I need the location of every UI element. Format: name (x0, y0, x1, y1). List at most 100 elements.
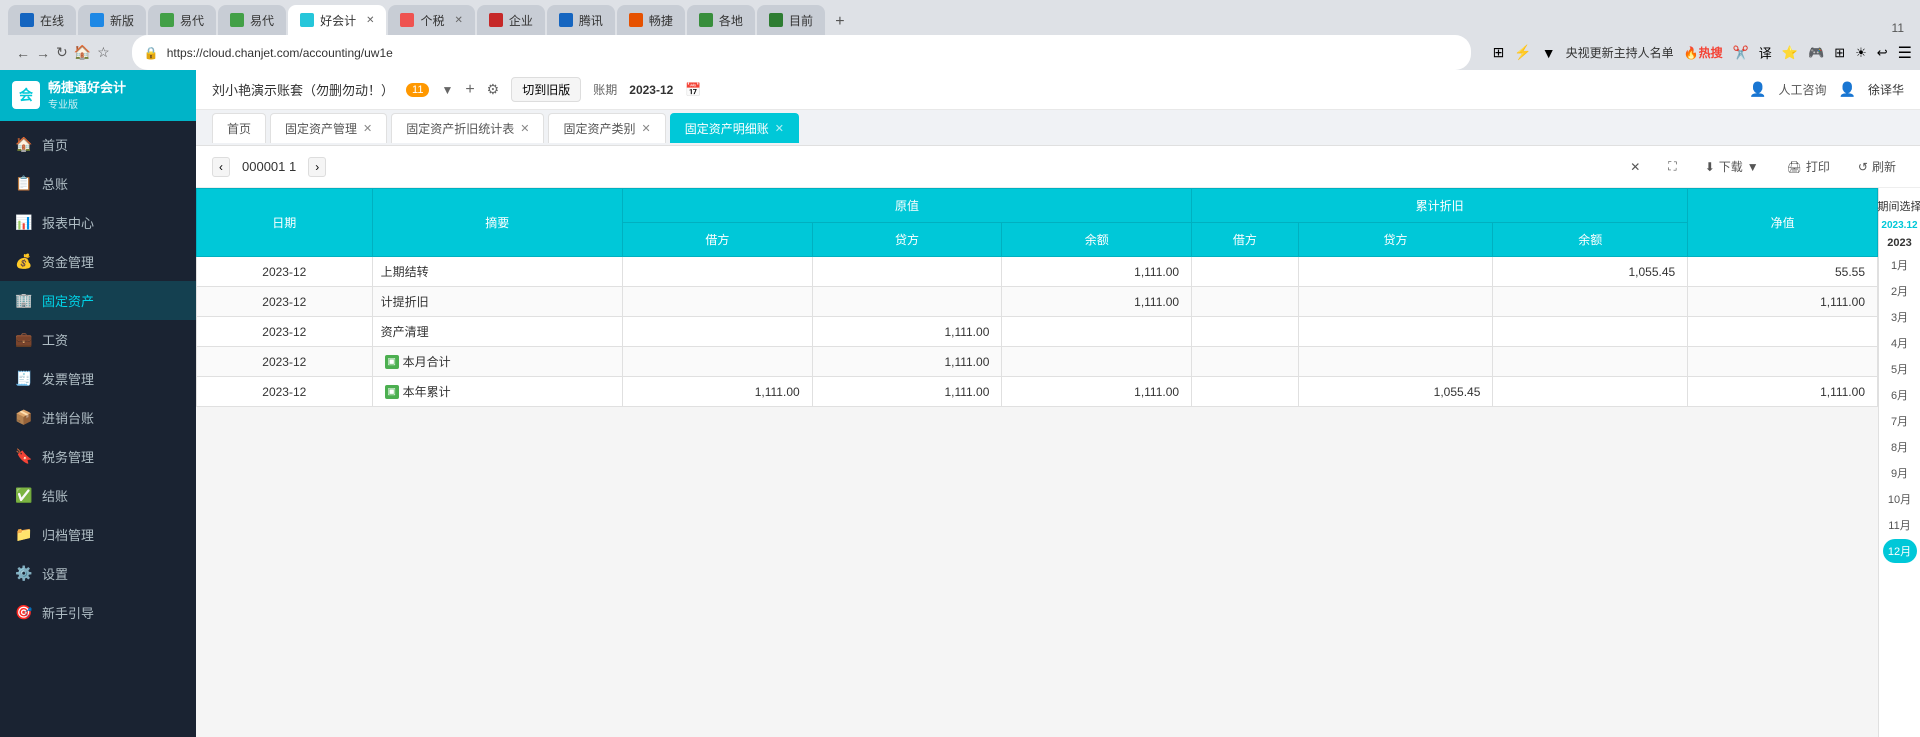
page-tab-固定资产明细账[interactable]: 固定资产明细账 ✕ (670, 113, 799, 143)
browser-tab-t6[interactable]: 个税✕ (388, 5, 474, 35)
brightness-icon[interactable]: ☀ (1855, 45, 1867, 61)
calendar-icon[interactable]: 📅 (685, 82, 701, 98)
refresh-btn[interactable]: ↺ 刷新 (1850, 154, 1904, 179)
new-tab-button[interactable]: + (827, 9, 853, 35)
consulting-btn[interactable]: 人工咨询 (1779, 81, 1827, 98)
next-page-btn[interactable]: › (308, 157, 326, 177)
browser-tab-t8[interactable]: 腾讯 (547, 5, 615, 35)
period-month-item[interactable]: 10月 (1883, 487, 1917, 511)
sidebar-item-进销台账[interactable]: 📦进销台账 (0, 398, 196, 437)
sidebar-item-icon: 📦 (16, 409, 32, 425)
sidebar-item-首页[interactable]: 🏠首页 (0, 125, 196, 164)
tab-close-icon[interactable]: ✕ (366, 15, 374, 26)
period-month-item[interactable]: 3月 (1883, 305, 1917, 329)
tab-label: 好会计 (320, 12, 356, 29)
sidebar-item-报表中心[interactable]: 📊报表中心 (0, 203, 196, 242)
browser-tab-t3[interactable]: 易代 (148, 5, 216, 35)
toolbar-actions: ✕ ⛶ ⬇ 下载 ▼ 🖨 打印 ↺ 刷新 (1622, 154, 1904, 179)
sidebar-item-label: 新手引导 (42, 603, 94, 622)
tab-label: 企业 (509, 12, 533, 29)
sidebar-item-发票管理[interactable]: 🧾发票管理 (0, 359, 196, 398)
sidebar-item-总账[interactable]: 📋总账 (0, 164, 196, 203)
url-display[interactable]: https://cloud.chanjet.com/accounting/uw1… (167, 46, 393, 60)
browser-tab-t11[interactable]: 目前 (757, 5, 825, 35)
table-cell: 1,111.00 (1002, 377, 1192, 407)
table-scroll-area[interactable]: 日期 摘要 原值 累计折旧 净值 借方 贷方 余额 借方 贷方 余额 (196, 188, 1878, 737)
expand-btn[interactable]: ⛶ (1660, 155, 1684, 178)
grid-icon[interactable]: ⊞ (1834, 45, 1845, 61)
home-button[interactable]: 🏠 (74, 44, 91, 61)
table-cell: 55.55 (1688, 257, 1878, 287)
page-tab-固定资产折旧统计表[interactable]: 固定资产折旧统计表 ✕ (391, 113, 544, 143)
table-cell (1688, 317, 1878, 347)
page-tab-close-icon[interactable]: ✕ (520, 122, 529, 135)
app-header: 刘小艳演示账套（勿删勿动！） 11 ▼ + ⚙ 切到旧版 账期 2023-12 … (196, 70, 1920, 110)
browser-tab-t10[interactable]: 各地 (687, 5, 755, 35)
reload-button[interactable]: ↻ (56, 44, 68, 61)
translate-icon[interactable]: 译 (1759, 43, 1772, 62)
thunder-icon[interactable]: ⚡ (1514, 44, 1531, 61)
period-month-item[interactable]: 9月 (1883, 461, 1917, 485)
table-wrapper: 日期 摘要 原值 累计折旧 净值 借方 贷方 余额 借方 贷方 余额 (196, 188, 1920, 737)
sidebar-item-新手引导[interactable]: 🎯新手引导 (0, 593, 196, 632)
table-cell (1192, 347, 1298, 377)
sidebar-item-归档管理[interactable]: 📁归档管理 (0, 515, 196, 554)
close-panel-btn[interactable]: ✕ (1622, 156, 1648, 178)
download-btn[interactable]: ⬇ 下载 ▼ (1697, 154, 1767, 179)
prev-page-btn[interactable]: ‹ (212, 157, 230, 177)
table-cell (622, 287, 812, 317)
sidebar-item-icon: 📁 (16, 526, 32, 542)
page-tab-固定资产管理[interactable]: 固定资产管理 ✕ (270, 113, 387, 143)
back-button[interactable]: ← (16, 45, 30, 61)
browser-tab-t1[interactable]: 在线 (8, 5, 76, 35)
sidebar-item-资金管理[interactable]: 💰资金管理 (0, 242, 196, 281)
period-month-item[interactable]: 4月 (1883, 331, 1917, 355)
toolbar-row: ‹ 000001 1 › ✕ ⛶ ⬇ 下载 ▼ 🖨 打印 (196, 146, 1920, 188)
sidebar-item-结账[interactable]: ✅结账 (0, 476, 196, 515)
browser-tab-t2[interactable]: 新版 (78, 5, 146, 35)
period-month-item[interactable]: 6月 (1883, 383, 1917, 407)
cut-icon[interactable]: ✂️ (1733, 45, 1749, 61)
tab-favicon (90, 13, 104, 27)
switch-version-btn[interactable]: 切到旧版 (511, 77, 581, 102)
period-month-item[interactable]: 12月 (1883, 539, 1917, 563)
tab-favicon (489, 13, 503, 27)
period-month-item[interactable]: 8月 (1883, 435, 1917, 459)
hot-search-icon[interactable]: 🔥热搜 (1684, 44, 1723, 61)
add-entry-btn[interactable]: + (465, 81, 474, 99)
game-icon[interactable]: 🎮 (1808, 45, 1824, 61)
table-cell: 1,111.00 (1688, 377, 1878, 407)
browser-tab-t7[interactable]: 企业 (477, 5, 545, 35)
browser-tab-t9[interactable]: 畅捷 (617, 5, 685, 35)
tab-close-icon[interactable]: ✕ (454, 15, 462, 26)
settings-cog-icon[interactable]: ⚙ (487, 81, 500, 98)
search-hot-label: 央视更新主持人名单 (1566, 44, 1674, 61)
print-btn[interactable]: 🖨 打印 (1779, 154, 1838, 179)
sidebar-item-税务管理[interactable]: 🔖税务管理 (0, 437, 196, 476)
star-icon[interactable]: ⭐ (1782, 45, 1798, 61)
summary-icon: ▣ (385, 385, 399, 399)
page-tab-close-icon[interactable]: ✕ (775, 122, 784, 135)
page-tab-首页[interactable]: 首页 (212, 113, 266, 143)
period-month-item[interactable]: 2月 (1883, 279, 1917, 303)
table-row: 2023-12计提折旧1,111.001,111.00 (197, 287, 1878, 317)
period-month-item[interactable]: 1月 (1883, 253, 1917, 277)
bookmark-button[interactable]: ☆ (97, 44, 110, 61)
page-tab-close-icon[interactable]: ✕ (642, 122, 651, 135)
sidebar-item-设置[interactable]: ⚙️设置 (0, 554, 196, 593)
period-month-item[interactable]: 5月 (1883, 357, 1917, 381)
browser-tab-t5[interactable]: 好会计 ✕ (288, 5, 386, 35)
page-tab-close-icon[interactable]: ✕ (363, 122, 372, 135)
sidebar-item-固定资产[interactable]: 🏢固定资产 (0, 281, 196, 320)
forward-button[interactable]: → (36, 45, 50, 61)
dropdown-icon[interactable]: ▼ (1542, 45, 1556, 61)
dropdown-arrow[interactable]: ▼ (441, 83, 453, 97)
sidebar-item-工资[interactable]: 💼工资 (0, 320, 196, 359)
page-tab-固定资产类别[interactable]: 固定资产类别 ✕ (548, 113, 665, 143)
menu-icon[interactable]: ☰ (1898, 43, 1912, 63)
period-month-item[interactable]: 7月 (1883, 409, 1917, 433)
undo-icon[interactable]: ↩ (1877, 45, 1888, 61)
extensions-icon[interactable]: ⊞ (1493, 44, 1505, 61)
period-month-item[interactable]: 11月 (1883, 513, 1917, 537)
browser-tab-t4[interactable]: 易代 (218, 5, 286, 35)
